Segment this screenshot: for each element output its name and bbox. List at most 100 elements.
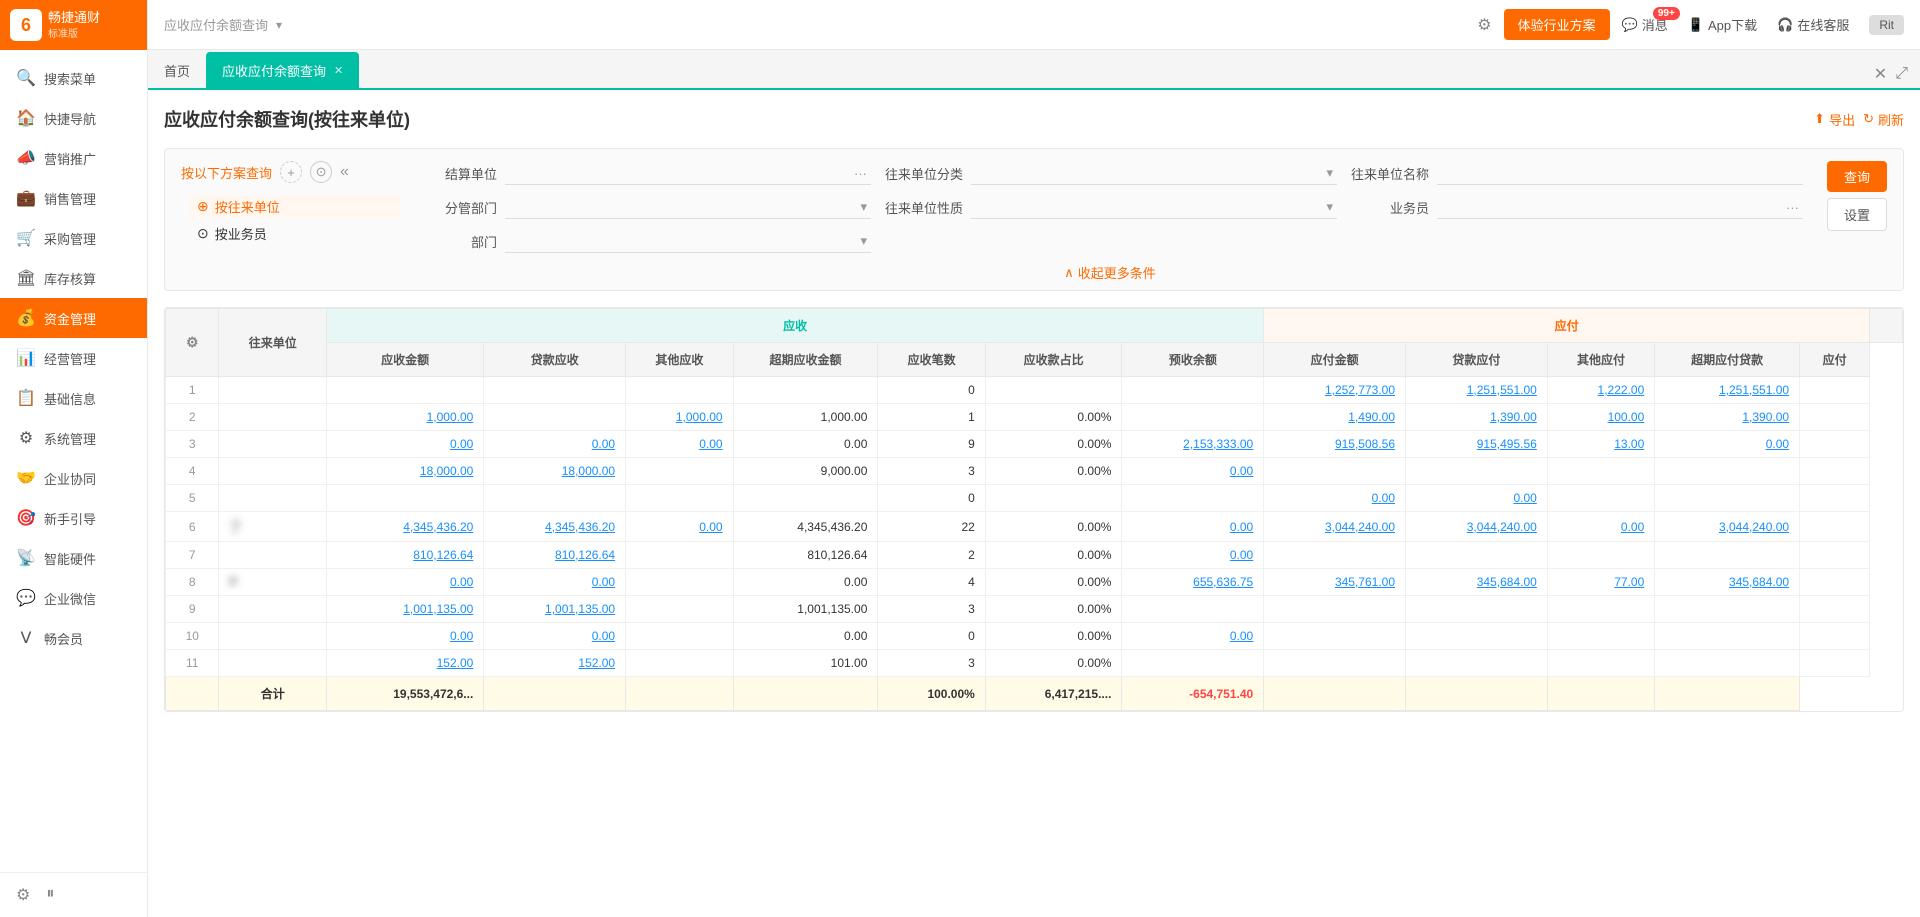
- table-cell[interactable]: 13.00: [1547, 431, 1654, 458]
- table-cell[interactable]: 345,684.00: [1406, 569, 1548, 596]
- sidebar-item-search-menu[interactable]: 🔍 搜索菜单: [0, 58, 147, 98]
- table-cell[interactable]: 0.00: [484, 569, 626, 596]
- table-cell[interactable]: 0.00: [626, 431, 733, 458]
- table-cell[interactable]: 3,044,240.00: [1655, 512, 1800, 542]
- scheme-option-by-vendor[interactable]: ⊕ 按往来单位: [189, 195, 401, 218]
- table-cell[interactable]: 2,153,333.00: [1122, 431, 1264, 458]
- partner-category-select[interactable]: [971, 161, 1337, 185]
- sidebar-item-wechat[interactable]: 💬 企业微信: [0, 578, 147, 618]
- table-cell[interactable]: 0.00: [1406, 485, 1548, 512]
- tab-home[interactable]: 首页: [148, 52, 206, 88]
- table-settings-icon[interactable]: ⚙: [186, 334, 199, 350]
- sidebar-item-marketing[interactable]: 📣 营销推广: [0, 138, 147, 178]
- table-cell[interactable]: 0.00: [1122, 623, 1264, 650]
- collapse-filter-btn[interactable]: ∧ 收起更多条件: [1064, 263, 1156, 282]
- online-service-btn[interactable]: 🎧 在线客服: [1777, 15, 1849, 34]
- table-cell[interactable]: 4,345,436.20: [326, 512, 483, 542]
- sidebar-item-smart-hw[interactable]: 📡 智能硬件: [0, 538, 147, 578]
- table-cell[interactable]: 810,126.64: [484, 542, 626, 569]
- salesperson-dots[interactable]: ···: [1786, 200, 1799, 215]
- sidebar-item-inventory[interactable]: 🏛 库存核算: [0, 258, 147, 298]
- table-cell[interactable]: 810,126.64: [326, 542, 483, 569]
- table-cell[interactable]: 1,251,551.00: [1406, 377, 1548, 404]
- table-cell[interactable]: 915,508.56: [1264, 431, 1406, 458]
- table-cell[interactable]: 152.00: [326, 650, 483, 677]
- scheme-collapse-btn[interactable]: «: [340, 163, 349, 181]
- sidebar-item-member[interactable]: Ⅴ 畅会员: [0, 618, 147, 658]
- footer-ar-amount[interactable]: 19,553,472,6...: [326, 677, 483, 711]
- table-cell[interactable]: 18,000.00: [484, 458, 626, 485]
- table-cell[interactable]: 0.00: [1655, 431, 1800, 458]
- table-cell[interactable]: 1,390.00: [1655, 404, 1800, 431]
- dept-select[interactable]: [505, 229, 871, 253]
- sidebar-settings-btn[interactable]: ⚙: [16, 885, 30, 905]
- table-cell[interactable]: 3,044,240.00: [1264, 512, 1406, 542]
- refresh-button[interactable]: ↻ 刷新: [1863, 110, 1904, 129]
- topbar-dropdown-icon[interactable]: ▾: [276, 18, 282, 32]
- table-cell[interactable]: 4,345,436.20: [484, 512, 626, 542]
- sidebar-item-purchase[interactable]: 🛒 采购管理: [0, 218, 147, 258]
- sidebar-item-enterprise[interactable]: 🤝 企业协同: [0, 458, 147, 498]
- sidebar-item-guide[interactable]: 🎯 新手引导: [0, 498, 147, 538]
- settings-button[interactable]: 设置: [1827, 198, 1887, 231]
- query-button[interactable]: 查询: [1827, 161, 1887, 192]
- sidebar-item-capital[interactable]: 💰 资金管理: [0, 298, 147, 338]
- user-menu[interactable]: Rit: [1869, 15, 1904, 35]
- table-cell[interactable]: 0.00: [484, 623, 626, 650]
- sidebar-item-basic-info[interactable]: 📋 基础信息: [0, 378, 147, 418]
- table-cell[interactable]: 77.00: [1547, 569, 1654, 596]
- table-cell[interactable]: 0.00: [326, 569, 483, 596]
- table-cell[interactable]: 345,761.00: [1264, 569, 1406, 596]
- table-cell[interactable]: 0.00: [1547, 512, 1654, 542]
- settlement-unit-dots[interactable]: ···: [854, 166, 867, 181]
- table-cell[interactable]: 1,001,135.00: [326, 596, 483, 623]
- dept-managed-select[interactable]: [505, 195, 871, 219]
- notification-btn[interactable]: 💬 消息 99+: [1622, 15, 1668, 34]
- promo-button[interactable]: 体验行业方案: [1504, 9, 1610, 40]
- table-cell[interactable]: 1,490.00: [1264, 404, 1406, 431]
- tab-close-icon[interactable]: ✕: [334, 64, 343, 77]
- footer-ar-prepay[interactable]: 6,417,215....: [985, 677, 1122, 711]
- window-expand-icon[interactable]: ⤢: [1895, 65, 1908, 83]
- table-cell[interactable]: 0.00: [484, 431, 626, 458]
- table-cell[interactable]: 345,684.00: [1655, 569, 1800, 596]
- table-cell[interactable]: 0.00: [1122, 458, 1264, 485]
- sidebar-item-sys-mgmt[interactable]: ⚙ 系统管理: [0, 418, 147, 458]
- table-cell[interactable]: 1,000.00: [626, 404, 733, 431]
- table-cell[interactable]: 1,251,551.00: [1655, 377, 1800, 404]
- table-cell[interactable]: 1,000.00: [326, 404, 483, 431]
- table-cell[interactable]: 0.00: [1122, 542, 1264, 569]
- table-cell[interactable]: 1,001,135.00: [484, 596, 626, 623]
- table-cell[interactable]: 0.00: [1122, 512, 1264, 542]
- sidebar-collapse-btn[interactable]: ⏸: [46, 885, 54, 905]
- sidebar-item-quick-nav[interactable]: 🏠 快捷导航: [0, 98, 147, 138]
- tab-ar-ap-query[interactable]: 应收应付余额查询 ✕: [206, 52, 359, 88]
- table-cell[interactable]: 100.00: [1547, 404, 1654, 431]
- settlement-unit-input[interactable]: [505, 161, 871, 185]
- table-cell[interactable]: 18,000.00: [326, 458, 483, 485]
- table-cell[interactable]: 0.00: [326, 623, 483, 650]
- sidebar-item-operations[interactable]: 📊 经营管理: [0, 338, 147, 378]
- col-settings-header[interactable]: ⚙: [166, 309, 219, 377]
- table-cell[interactable]: 1,390.00: [1406, 404, 1548, 431]
- table-cell[interactable]: 1,222.00: [1547, 377, 1654, 404]
- table-cell[interactable]: 0.00: [626, 512, 733, 542]
- topbar-gear-icon[interactable]: ⚙: [1477, 15, 1491, 35]
- table-cell[interactable]: 0.00: [326, 431, 483, 458]
- table-cell[interactable]: 0.00: [1264, 485, 1406, 512]
- table-cell[interactable]: 152.00: [484, 650, 626, 677]
- partner-name-input[interactable]: [1437, 161, 1803, 185]
- app-download-btn[interactable]: 📱 App下载: [1688, 15, 1757, 34]
- scheme-settings-btn[interactable]: ⊙: [310, 161, 332, 183]
- table-cell[interactable]: 655,636.75: [1122, 569, 1264, 596]
- sidebar-item-sales[interactable]: 💼 销售管理: [0, 178, 147, 218]
- table-cell[interactable]: 1,252,773.00: [1264, 377, 1406, 404]
- table-cell[interactable]: 3,044,240.00: [1406, 512, 1548, 542]
- scheme-option-by-staff[interactable]: ⊙ 按业务员: [189, 222, 401, 245]
- window-close-icon[interactable]: ✕: [1874, 64, 1887, 84]
- salesperson-input[interactable]: [1437, 195, 1803, 219]
- scheme-add-btn[interactable]: +: [280, 161, 302, 183]
- table-cell[interactable]: 915,495.56: [1406, 431, 1548, 458]
- partner-nature-select[interactable]: [971, 195, 1337, 219]
- export-button[interactable]: ⬆ 导出: [1814, 110, 1855, 129]
